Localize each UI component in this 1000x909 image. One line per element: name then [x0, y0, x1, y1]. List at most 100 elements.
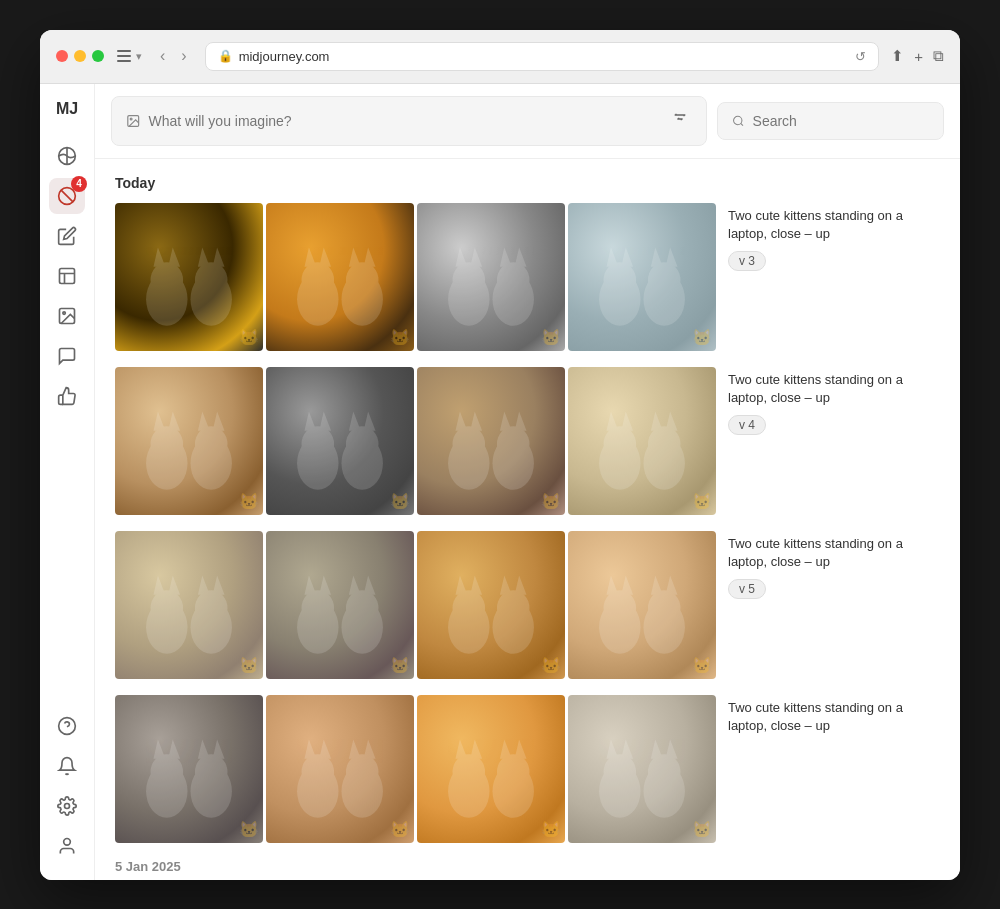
version-badge: v 4 [728, 415, 766, 435]
version-badge: v 5 [728, 579, 766, 599]
svg-marker-151 [666, 739, 678, 758]
today-label: Today [115, 175, 940, 191]
svg-point-61 [195, 426, 228, 462]
image-cell[interactable] [115, 367, 263, 515]
svg-marker-106 [455, 575, 467, 594]
sidebar-item-images[interactable] [49, 298, 85, 334]
svg-marker-123 [168, 739, 180, 758]
generation-info: Two cute kittens standing on a laptop, c… [728, 203, 940, 271]
svg-point-113 [604, 590, 637, 626]
sidebar-item-messages[interactable] [49, 338, 85, 374]
sidebar-item-explore[interactable] [49, 138, 85, 174]
svg-marker-95 [213, 575, 225, 594]
prompt-input-container[interactable] [111, 96, 707, 146]
image-cell[interactable] [568, 531, 716, 679]
maximize-button[interactable] [92, 50, 104, 62]
image-cell[interactable] [266, 367, 414, 515]
sidebar-item-likes[interactable] [49, 378, 85, 414]
svg-marker-126 [198, 739, 210, 758]
search-input[interactable] [753, 113, 929, 129]
image-cell[interactable] [115, 203, 263, 351]
svg-marker-47 [515, 247, 527, 266]
svg-marker-31 [213, 247, 225, 266]
image-cell[interactable] [417, 531, 565, 679]
svg-point-29 [195, 262, 228, 298]
image-cell[interactable] [568, 203, 716, 351]
image-cell[interactable] [266, 203, 414, 351]
svg-point-149 [648, 754, 681, 790]
svg-marker-103 [364, 575, 376, 594]
top-bar [95, 84, 960, 159]
generation-info: Two cute kittens standing on a laptop, c… [728, 367, 940, 435]
share-button[interactable]: ⬆ [891, 47, 904, 65]
svg-point-145 [604, 754, 637, 790]
sidebar-toggle-icon [116, 48, 132, 64]
tabs-button[interactable]: ⧉ [933, 47, 944, 65]
search-box[interactable] [717, 102, 944, 140]
main-area: Today [95, 84, 960, 880]
image-group [115, 203, 716, 351]
sidebar-item-gallery[interactable] [49, 258, 85, 294]
image-cell[interactable] [417, 367, 565, 515]
nav-arrows: ‹ › [154, 45, 193, 67]
date-separator: 5 Jan 2025 [115, 859, 940, 874]
sidebar-item-bell[interactable] [49, 748, 85, 784]
forward-button[interactable]: › [175, 45, 192, 67]
svg-point-141 [497, 754, 530, 790]
svg-marker-54 [651, 247, 663, 266]
address-bar[interactable]: 🔒 midjourney.com ↺ [205, 42, 880, 71]
image-group [115, 367, 716, 515]
svg-marker-55 [666, 247, 678, 266]
close-button[interactable] [56, 50, 68, 62]
back-button[interactable]: ‹ [154, 45, 171, 67]
image-cell[interactable] [568, 695, 716, 843]
svg-point-121 [151, 754, 184, 790]
svg-marker-110 [500, 575, 512, 594]
image-cell[interactable] [417, 695, 565, 843]
svg-marker-42 [455, 247, 467, 266]
filter-button[interactable] [668, 107, 692, 135]
generation-title: Two cute kittens standing on a laptop, c… [728, 535, 940, 571]
traffic-lights [56, 50, 104, 62]
new-tab-button[interactable]: + [914, 47, 923, 65]
content-area: Today [95, 159, 960, 880]
app-logo: MJ [56, 100, 78, 118]
sidebar-top-items: 4 [49, 138, 85, 708]
sidebar-item-profile[interactable] [49, 828, 85, 864]
image-cell[interactable] [568, 367, 716, 515]
svg-marker-91 [168, 575, 180, 594]
image-cell[interactable] [266, 695, 414, 843]
svg-marker-79 [515, 411, 527, 430]
svg-rect-1 [117, 55, 131, 57]
svg-point-97 [302, 590, 335, 626]
sidebar-item-notifications[interactable]: 4 [49, 178, 85, 214]
svg-marker-131 [319, 739, 331, 758]
svg-point-93 [195, 590, 228, 626]
minimize-button[interactable] [74, 50, 86, 62]
image-cell[interactable] [115, 531, 263, 679]
version-badge: v 3 [728, 251, 766, 271]
reload-icon[interactable]: ↺ [855, 49, 866, 64]
image-cell[interactable] [417, 203, 565, 351]
svg-marker-150 [651, 739, 663, 758]
generation-title: Two cute kittens standing on a laptop, c… [728, 371, 940, 407]
sidebar-toggle[interactable]: ▾ [116, 48, 142, 64]
sidebar-item-create[interactable] [49, 218, 85, 254]
svg-marker-26 [153, 247, 165, 266]
sidebar-bottom-items [49, 708, 85, 864]
svg-marker-138 [455, 739, 467, 758]
svg-point-69 [346, 426, 379, 462]
svg-point-117 [648, 590, 681, 626]
svg-point-49 [604, 262, 637, 298]
image-cell[interactable] [266, 531, 414, 679]
svg-marker-50 [606, 247, 618, 266]
svg-point-133 [346, 754, 379, 790]
svg-marker-27 [168, 247, 180, 266]
image-group [115, 531, 716, 679]
prompt-input[interactable] [148, 113, 660, 129]
sidebar-item-settings[interactable] [49, 788, 85, 824]
image-cell[interactable] [115, 695, 263, 843]
svg-point-37 [346, 262, 379, 298]
svg-marker-102 [349, 575, 361, 594]
sidebar-item-help[interactable] [49, 708, 85, 744]
